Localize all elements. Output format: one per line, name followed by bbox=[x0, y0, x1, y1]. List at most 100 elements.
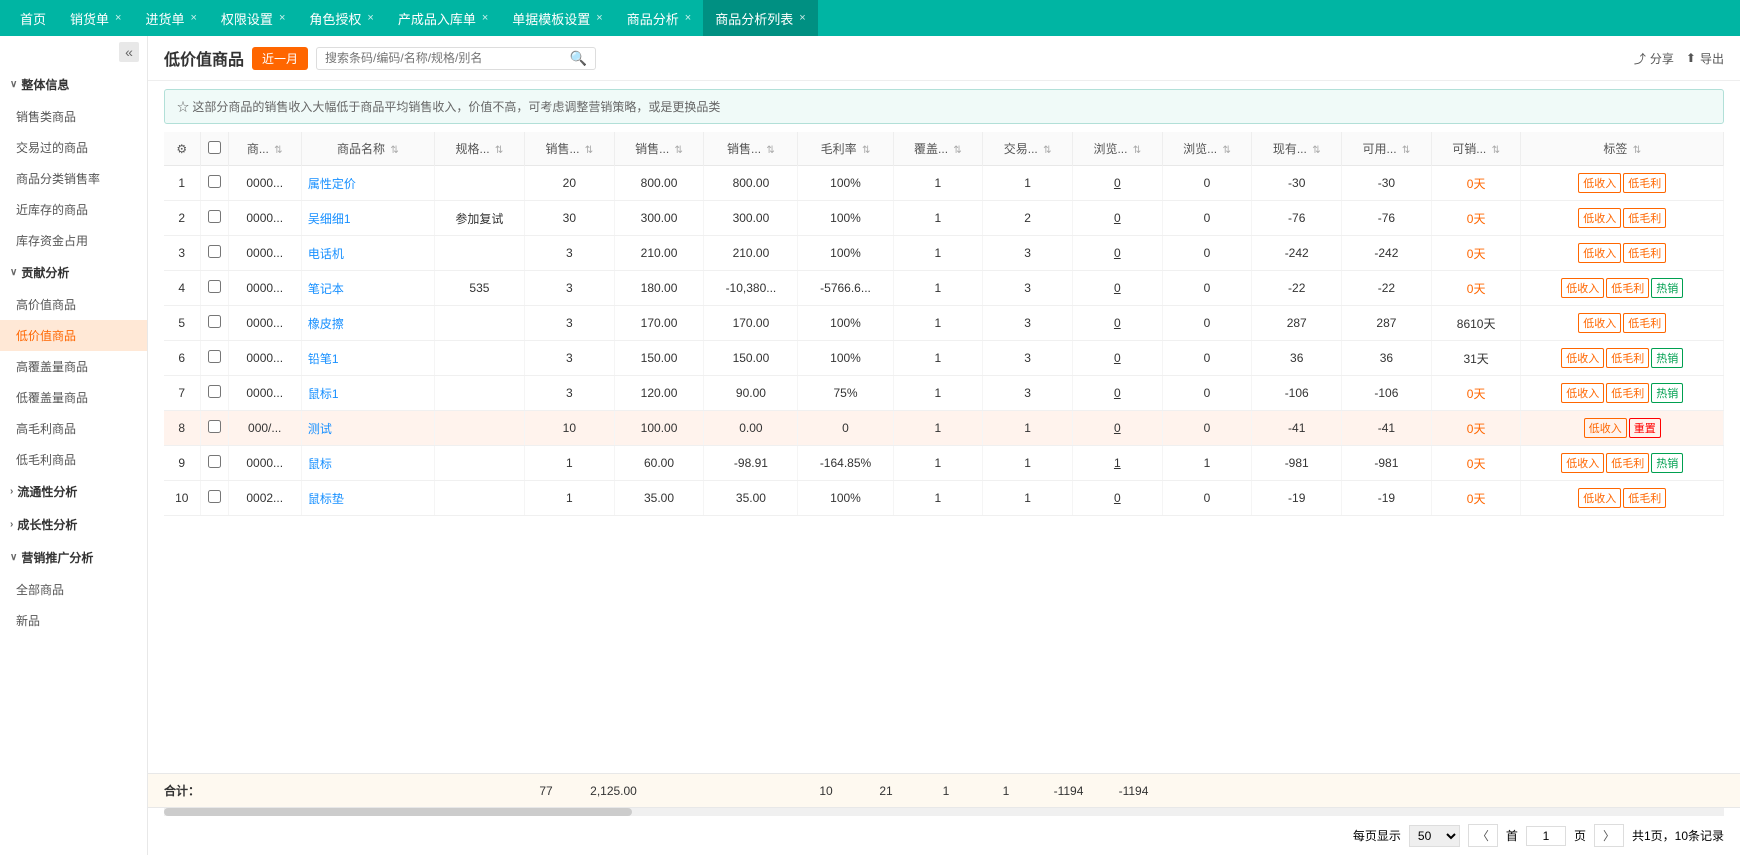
row-browse1[interactable]: 0 bbox=[1072, 481, 1162, 516]
sidebar-group-contribution[interactable]: ∨ 贡献分析 bbox=[0, 256, 147, 289]
sidebar-group-marketing[interactable]: ∨ 营销推广分析 bbox=[0, 541, 147, 574]
row-checkbox-cell[interactable] bbox=[200, 271, 228, 306]
row-checkbox[interactable] bbox=[208, 420, 221, 433]
row-checkbox-cell[interactable] bbox=[200, 376, 228, 411]
sidebar-item-high-coverage[interactable]: 高覆盖量商品 bbox=[0, 351, 147, 382]
row-browse1[interactable]: 0 bbox=[1072, 166, 1162, 201]
browse1-cell[interactable]: 0 bbox=[1114, 491, 1121, 505]
sidebar-item-category-rate[interactable]: 商品分类销售率 bbox=[0, 163, 147, 194]
close-roles-icon[interactable]: × bbox=[367, 12, 373, 24]
row-checkbox[interactable] bbox=[208, 385, 221, 398]
row-browse1[interactable]: 0 bbox=[1072, 201, 1162, 236]
sidebar-item-high-margin[interactable]: 高毛利商品 bbox=[0, 413, 147, 444]
row-name[interactable]: 属性定价 bbox=[301, 166, 434, 201]
sidebar-item-low-value[interactable]: 低价值商品 bbox=[0, 320, 147, 351]
nav-analysis-list[interactable]: 商品分析列表 × bbox=[703, 0, 817, 36]
row-name[interactable]: 测试 bbox=[301, 411, 434, 446]
page-size-select[interactable]: 50 100 200 bbox=[1409, 825, 1460, 847]
close-perm-icon[interactable]: × bbox=[279, 12, 285, 24]
close-analysis-icon[interactable]: × bbox=[685, 12, 691, 24]
close-sales-icon[interactable]: × bbox=[115, 12, 121, 24]
sidebar-item-low-coverage[interactable]: 低覆盖量商品 bbox=[0, 382, 147, 413]
row-name[interactable]: 鼠标1 bbox=[301, 376, 434, 411]
nav-permissions[interactable]: 权限设置 × bbox=[209, 0, 297, 36]
row-name[interactable]: 鼠标 bbox=[301, 446, 434, 481]
browse1-cell[interactable]: 0 bbox=[1114, 246, 1121, 260]
row-checkbox-cell[interactable] bbox=[200, 236, 228, 271]
browse1-cell[interactable]: 0 bbox=[1114, 211, 1121, 225]
row-name[interactable]: 吴细细1 bbox=[301, 201, 434, 236]
next-page-button[interactable]: 〉 bbox=[1594, 824, 1624, 847]
browse1-cell[interactable]: 0 bbox=[1114, 176, 1121, 190]
close-products-icon[interactable]: × bbox=[482, 12, 488, 24]
search-input[interactable] bbox=[325, 51, 570, 65]
row-browse1[interactable]: 0 bbox=[1072, 306, 1162, 341]
page-number-input[interactable] bbox=[1526, 826, 1566, 846]
sidebar-item-new-products[interactable]: 新品 bbox=[0, 605, 147, 636]
sidebar-group-overall[interactable]: ∨ 整体信息 bbox=[0, 68, 147, 101]
row-checkbox[interactable] bbox=[208, 175, 221, 188]
sidebar-collapse-button[interactable]: « bbox=[119, 42, 139, 62]
sidebar-item-all-products[interactable]: 全部商品 bbox=[0, 574, 147, 605]
row-checkbox[interactable] bbox=[208, 490, 221, 503]
col-settings[interactable]: ⚙ bbox=[164, 132, 200, 166]
row-name[interactable]: 铅笔1 bbox=[301, 341, 434, 376]
nav-home[interactable]: 首页 bbox=[8, 0, 58, 36]
nav-analysis[interactable]: 商品分析 × bbox=[615, 0, 703, 36]
row-saleable: 0天 bbox=[1431, 376, 1521, 411]
sidebar-item-low-margin[interactable]: 低毛利商品 bbox=[0, 444, 147, 475]
row-checkbox-cell[interactable] bbox=[200, 341, 228, 376]
row-checkbox-cell[interactable] bbox=[200, 306, 228, 341]
row-checkbox-cell[interactable] bbox=[200, 481, 228, 516]
close-list-icon[interactable]: × bbox=[799, 12, 805, 24]
export-button[interactable]: ⬆ 导出 bbox=[1686, 50, 1724, 67]
browse1-cell[interactable]: 0 bbox=[1114, 421, 1121, 435]
browse1-cell[interactable]: 0 bbox=[1114, 281, 1121, 295]
row-checkbox[interactable] bbox=[208, 315, 221, 328]
sidebar-item-traded[interactable]: 交易过的商品 bbox=[0, 132, 147, 163]
row-browse1[interactable]: 0 bbox=[1072, 411, 1162, 446]
filter-recent-month-button[interactable]: 近一月 bbox=[252, 47, 308, 70]
nav-sales[interactable]: 销货单 × bbox=[58, 0, 133, 36]
sidebar-group-liquidity[interactable]: › 流通性分析 bbox=[0, 475, 147, 508]
nav-template[interactable]: 单据模板设置 × bbox=[500, 0, 614, 36]
browse1-cell[interactable]: 0 bbox=[1114, 316, 1121, 330]
sidebar-group-growth[interactable]: › 成长性分析 bbox=[0, 508, 147, 541]
share-button[interactable]: ⤴ 分享 bbox=[1634, 50, 1674, 67]
search-icon[interactable]: 🔍 bbox=[570, 50, 587, 67]
row-checkbox-cell[interactable] bbox=[200, 166, 228, 201]
close-purchase-icon[interactable]: × bbox=[190, 12, 196, 24]
row-name[interactable]: 橡皮擦 bbox=[301, 306, 434, 341]
row-browse1[interactable]: 0 bbox=[1072, 236, 1162, 271]
row-browse1[interactable]: 0 bbox=[1072, 376, 1162, 411]
row-checkbox[interactable] bbox=[208, 245, 221, 258]
nav-purchase[interactable]: 进货单 × bbox=[133, 0, 208, 36]
row-checkbox[interactable] bbox=[208, 350, 221, 363]
row-checkbox-cell[interactable] bbox=[200, 411, 228, 446]
row-checkbox[interactable] bbox=[208, 280, 221, 293]
row-checkbox-cell[interactable] bbox=[200, 201, 228, 236]
table-row: 5 0000... 橡皮擦 3 170.00 170.00 100% 1 3 0… bbox=[164, 306, 1724, 341]
row-name[interactable]: 电话机 bbox=[301, 236, 434, 271]
select-all-checkbox[interactable] bbox=[208, 141, 221, 154]
row-browse1[interactable]: 0 bbox=[1072, 341, 1162, 376]
row-name[interactable]: 笔记本 bbox=[301, 271, 434, 306]
row-s1: 3 bbox=[524, 341, 614, 376]
sidebar-item-sales-products[interactable]: 销售类商品 bbox=[0, 101, 147, 132]
sidebar-item-stock-funds[interactable]: 库存资金占用 bbox=[0, 225, 147, 256]
nav-products[interactable]: 产成品入库单 × bbox=[386, 0, 500, 36]
sidebar-item-high-value[interactable]: 高价值商品 bbox=[0, 289, 147, 320]
browse1-cell[interactable]: 0 bbox=[1114, 351, 1121, 365]
row-browse1[interactable]: 1 bbox=[1072, 446, 1162, 481]
close-template-icon[interactable]: × bbox=[596, 12, 602, 24]
sidebar-item-near-stock[interactable]: 近库存的商品 bbox=[0, 194, 147, 225]
browse1-cell[interactable]: 0 bbox=[1114, 386, 1121, 400]
row-browse1[interactable]: 0 bbox=[1072, 271, 1162, 306]
first-page-button[interactable]: 〈 bbox=[1468, 824, 1498, 847]
browse1-cell[interactable]: 1 bbox=[1114, 456, 1121, 470]
row-checkbox[interactable] bbox=[208, 455, 221, 468]
row-checkbox-cell[interactable] bbox=[200, 446, 228, 481]
row-name[interactable]: 鼠标垫 bbox=[301, 481, 434, 516]
nav-roles[interactable]: 角色授权 × bbox=[297, 0, 385, 36]
row-checkbox[interactable] bbox=[208, 210, 221, 223]
